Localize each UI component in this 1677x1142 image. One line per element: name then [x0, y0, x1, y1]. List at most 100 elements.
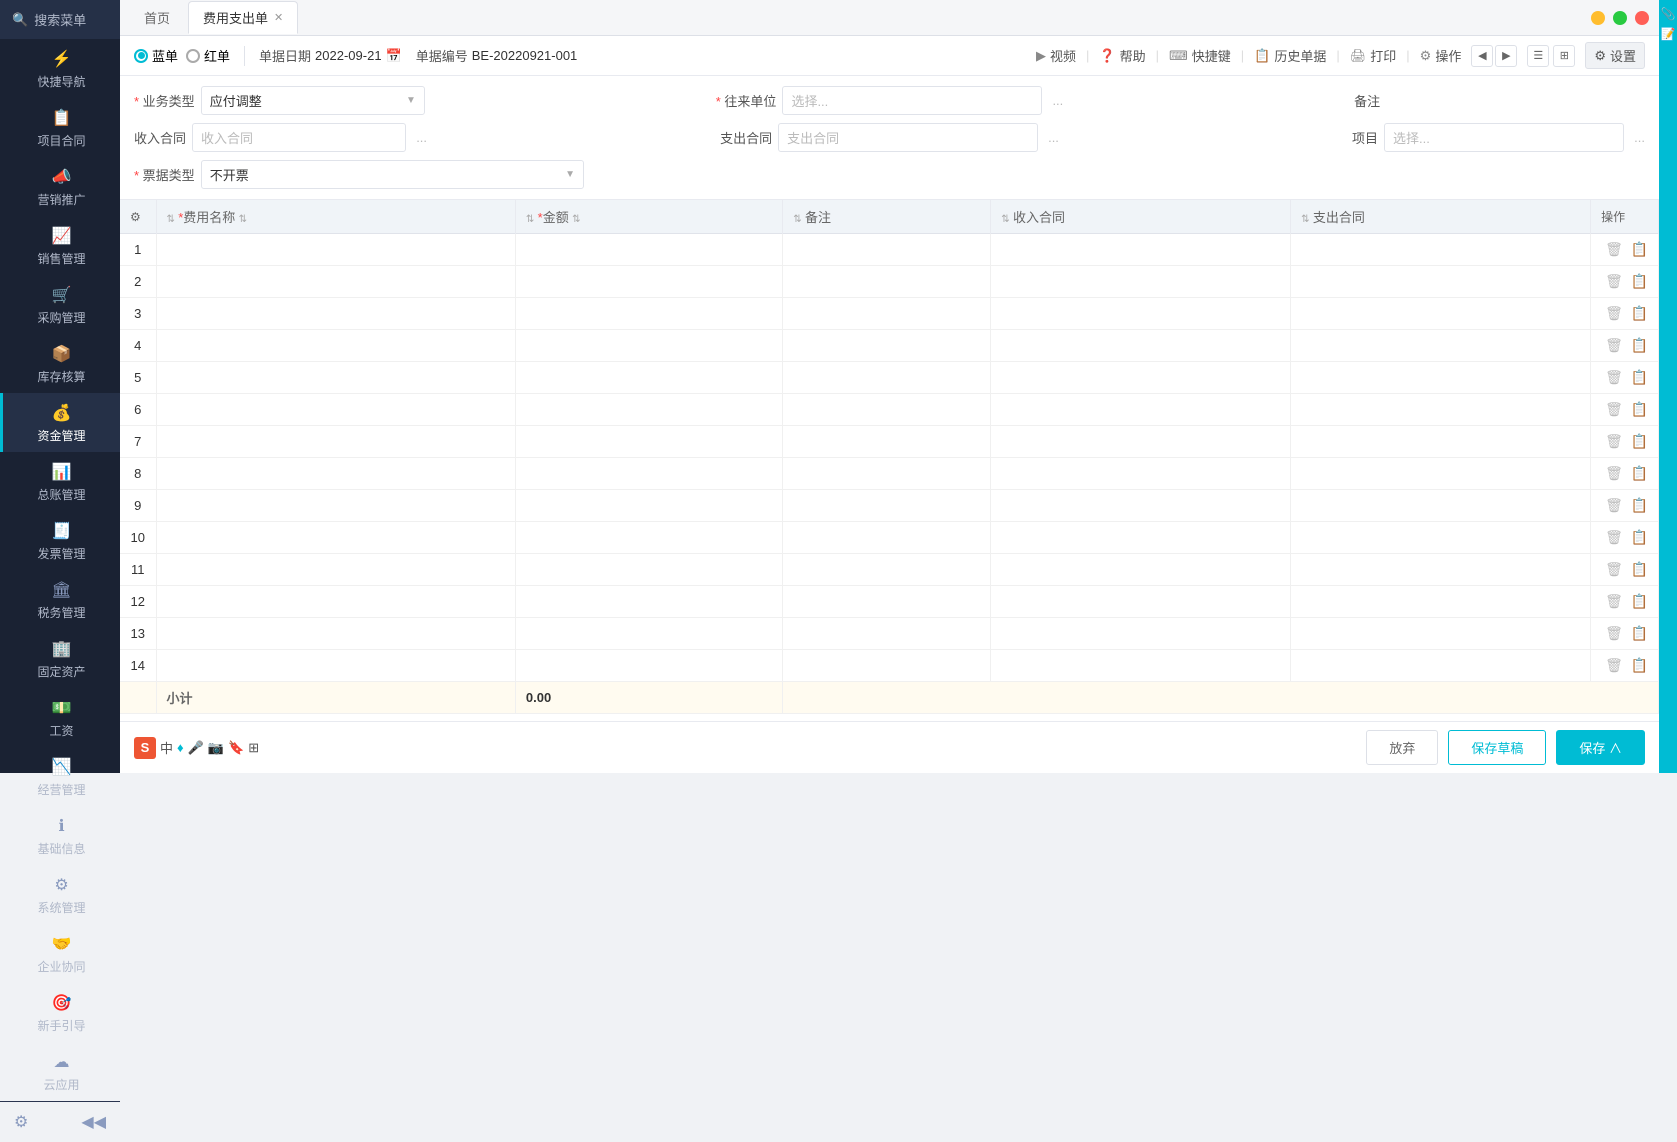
cell-income-contract-11[interactable]	[991, 554, 1291, 586]
partner-input[interactable]: 选择...	[782, 86, 1042, 115]
tab-expense-bill[interactable]: 费用支出单✕	[188, 1, 298, 34]
cell-amount-7[interactable]	[515, 426, 782, 458]
cell-amount-11[interactable]	[515, 554, 782, 586]
delete-icon-1[interactable]: 🗑	[1605, 241, 1623, 257]
right-sidebar-icon-2[interactable]: 📝	[1661, 27, 1675, 42]
cell-expense-name-13[interactable]	[156, 618, 515, 650]
cell-expense-contract-6[interactable]	[1291, 394, 1591, 426]
settings-button[interactable]: ⚙ 设置	[1585, 42, 1645, 69]
copy-icon-13[interactable]: 📋	[1631, 625, 1648, 641]
cell-remark-5[interactable]	[783, 362, 991, 394]
expense-contract-dots[interactable]: ...	[1048, 130, 1059, 145]
copy-icon-6[interactable]: 📋	[1631, 401, 1648, 417]
delete-icon-8[interactable]: 🗑	[1605, 465, 1623, 481]
delete-icon-6[interactable]: 🗑	[1605, 401, 1623, 417]
delete-icon-2[interactable]: 🗑	[1605, 273, 1623, 289]
save-button[interactable]: 保存 ∧	[1556, 730, 1645, 765]
cell-income-contract-3[interactable]	[991, 298, 1291, 330]
business-type-select[interactable]: 应付调整 ▼	[201, 86, 425, 115]
cell-remark-10[interactable]	[783, 522, 991, 554]
delete-icon-12[interactable]: 🗑	[1605, 593, 1623, 609]
delete-icon-5[interactable]: 🗑	[1605, 369, 1623, 385]
cell-expense-name-10[interactable]	[156, 522, 515, 554]
sort-icon3[interactable]: ⇅	[526, 214, 534, 225]
delete-icon-4[interactable]: 🗑	[1605, 337, 1623, 353]
sidebar-item-basic-info[interactable]: ℹ 基础信息	[0, 806, 120, 865]
calendar-icon[interactable]: 📅	[386, 48, 402, 64]
copy-icon-10[interactable]: 📋	[1631, 529, 1648, 545]
close-btn[interactable]	[1635, 11, 1649, 25]
delete-icon-13[interactable]: 🗑	[1605, 625, 1623, 641]
sidebar-item-new-guide[interactable]: 🎯 新手引导	[0, 983, 120, 1042]
cell-expense-contract-7[interactable]	[1291, 426, 1591, 458]
cell-remark-6[interactable]	[783, 394, 991, 426]
copy-icon-12[interactable]: 📋	[1631, 593, 1648, 609]
tab-home[interactable]: 首页	[130, 2, 184, 33]
cell-remark-1[interactable]	[783, 234, 991, 266]
cell-amount-6[interactable]	[515, 394, 782, 426]
delete-icon-3[interactable]: 🗑	[1605, 305, 1623, 321]
sidebar-item-tax-mgmt[interactable]: 🏛 税务管理	[0, 570, 120, 629]
cell-remark-2[interactable]	[783, 266, 991, 298]
cell-expense-name-14[interactable]	[156, 650, 515, 682]
cell-income-contract-12[interactable]	[991, 586, 1291, 618]
sidebar-item-quick-nav[interactable]: ⚡ 快捷导航	[0, 39, 120, 98]
tab-close-expense-bill[interactable]: ✕	[274, 11, 283, 24]
cell-income-contract-14[interactable]	[991, 650, 1291, 682]
sort-icon5[interactable]: ⇅	[793, 214, 801, 225]
cell-expense-contract-14[interactable]	[1291, 650, 1591, 682]
cell-expense-name-2[interactable]	[156, 266, 515, 298]
cell-expense-name-12[interactable]	[156, 586, 515, 618]
sort-icon[interactable]: ⇅	[167, 214, 175, 225]
maximize-btn[interactable]	[1613, 11, 1627, 25]
project-dots[interactable]: ...	[1634, 130, 1645, 145]
cell-expense-contract-13[interactable]	[1291, 618, 1591, 650]
cell-amount-3[interactable]	[515, 298, 782, 330]
income-contract-dots[interactable]: ...	[416, 130, 427, 145]
cell-amount-5[interactable]	[515, 362, 782, 394]
cell-amount-2[interactable]	[515, 266, 782, 298]
cell-expense-contract-1[interactable]	[1291, 234, 1591, 266]
partner-dots[interactable]: ...	[1052, 93, 1063, 108]
sidebar-item-inventory[interactable]: 📦 库存核算	[0, 334, 120, 393]
grid-view-btn[interactable]: ⊞	[1553, 45, 1575, 67]
cell-remark-4[interactable]	[783, 330, 991, 362]
sort-icon6[interactable]: ⇅	[1001, 214, 1009, 225]
cell-amount-1[interactable]	[515, 234, 782, 266]
cell-remark-11[interactable]	[783, 554, 991, 586]
project-input[interactable]: 选择...	[1384, 123, 1624, 152]
cell-income-contract-4[interactable]	[991, 330, 1291, 362]
prev-arrow[interactable]: ◀	[1471, 45, 1493, 67]
cell-income-contract-5[interactable]	[991, 362, 1291, 394]
copy-icon-7[interactable]: 📋	[1631, 433, 1648, 449]
sidebar-item-accounting[interactable]: 📊 总账管理	[0, 452, 120, 511]
right-sidebar-icon-1[interactable]: 📎	[1661, 6, 1675, 21]
cell-income-contract-7[interactable]	[991, 426, 1291, 458]
delete-icon-11[interactable]: 🗑	[1605, 561, 1623, 577]
discard-button[interactable]: 放弃	[1366, 730, 1438, 765]
sort-icon7[interactable]: ⇅	[1301, 214, 1309, 225]
cell-amount-10[interactable]	[515, 522, 782, 554]
sidebar-item-cloud-apps[interactable]: ☁ 云应用	[0, 1042, 120, 1101]
copy-icon-14[interactable]: 📋	[1631, 657, 1648, 673]
cell-amount-14[interactable]	[515, 650, 782, 682]
cell-income-contract-2[interactable]	[991, 266, 1291, 298]
cell-amount-8[interactable]	[515, 458, 782, 490]
next-arrow[interactable]: ▶	[1495, 45, 1517, 67]
cell-expense-contract-11[interactable]	[1291, 554, 1591, 586]
action-history[interactable]: 📋 历史单据	[1254, 46, 1326, 65]
radio-red[interactable]: 红单	[186, 46, 230, 65]
col-gear[interactable]: ⚙	[120, 200, 156, 234]
sidebar-search[interactable]: 🔍 搜索菜单	[0, 0, 120, 39]
cell-remark-8[interactable]	[783, 458, 991, 490]
income-contract-input[interactable]: 收入合同	[192, 123, 406, 152]
cell-remark-7[interactable]	[783, 426, 991, 458]
sidebar-item-ops-mgmt[interactable]: 📉 经营管理	[0, 747, 120, 806]
cell-amount-13[interactable]	[515, 618, 782, 650]
save-draft-button[interactable]: 保存草稿	[1448, 730, 1546, 765]
cell-expense-name-9[interactable]	[156, 490, 515, 522]
sidebar-item-purchase-mgmt[interactable]: 🛒 采购管理	[0, 275, 120, 334]
cell-amount-9[interactable]	[515, 490, 782, 522]
cell-expense-name-5[interactable]	[156, 362, 515, 394]
sidebar-item-fixed-assets[interactable]: 🏢 固定资产	[0, 629, 120, 688]
